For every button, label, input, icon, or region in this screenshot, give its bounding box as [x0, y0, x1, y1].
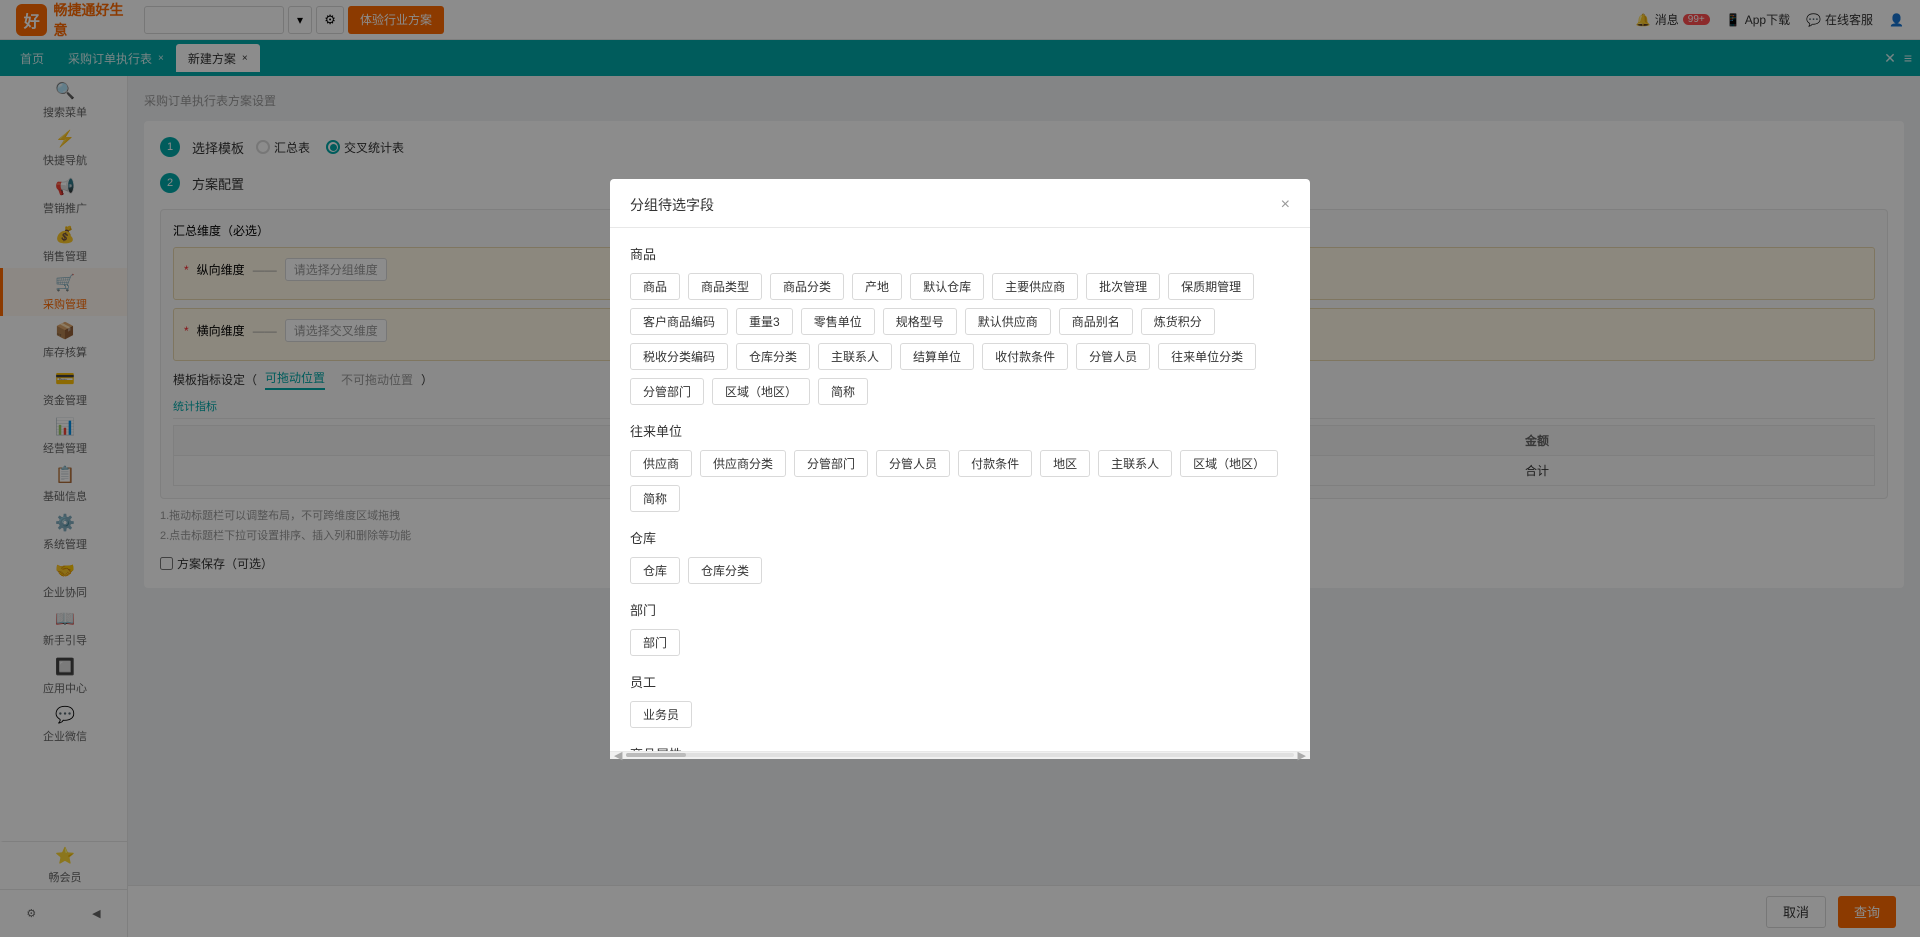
tag-规格型号[interactable]: 规格型号: [883, 308, 957, 335]
tag-收付款条件[interactable]: 收付款条件: [982, 343, 1068, 370]
tag-商品别名[interactable]: 商品别名: [1059, 308, 1133, 335]
modal-close-button[interactable]: ×: [1281, 196, 1290, 214]
hscroll-track: [626, 753, 1293, 757]
tag-供应商[interactable]: 供应商: [630, 450, 692, 477]
section-employee: 员工 业务员: [630, 672, 1290, 728]
section-warehouse-title: 仓库: [630, 528, 1290, 547]
section-employee-title: 员工: [630, 672, 1290, 691]
tag-往来单位分类[interactable]: 往来单位分类: [1158, 343, 1256, 370]
section-partner-tags: 供应商 供应商分类 分管部门 分管人员 付款条件 地区 主联系人 区域（地区） …: [630, 450, 1290, 512]
tag-主联系人[interactable]: 主联系人: [818, 343, 892, 370]
tag-批次管理[interactable]: 批次管理: [1086, 273, 1160, 300]
tag-炼货积分[interactable]: 炼货积分: [1141, 308, 1215, 335]
tag-商品类型[interactable]: 商品类型: [688, 273, 762, 300]
tag-默认仓库[interactable]: 默认仓库: [910, 273, 984, 300]
tag-部门[interactable]: 部门: [630, 629, 680, 656]
modal-body: 商品 商品 商品类型 商品分类 产地 默认仓库 主要供应商 批次管理 保质期管理…: [610, 228, 1310, 751]
modal-dialog: 分组待选字段 × 商品 商品 商品类型 商品分类 产地 默认仓库 主要供应商 批…: [610, 179, 1310, 759]
tag-仓库分类-w[interactable]: 仓库分类: [688, 557, 762, 584]
section-partner: 往来单位 供应商 供应商分类 分管部门 分管人员 付款条件 地区 主联系人 区域…: [630, 421, 1290, 512]
tag-主要供应商[interactable]: 主要供应商: [992, 273, 1078, 300]
tag-简称-p[interactable]: 简称: [818, 378, 868, 405]
modal-header: 分组待选字段 ×: [610, 179, 1310, 228]
section-product: 商品 商品 商品类型 商品分类 产地 默认仓库 主要供应商 批次管理 保质期管理…: [630, 244, 1290, 405]
section-product-tags: 商品 商品类型 商品分类 产地 默认仓库 主要供应商 批次管理 保质期管理 客户…: [630, 273, 1290, 405]
tag-简称-pt[interactable]: 简称: [630, 485, 680, 512]
tag-保质期管理[interactable]: 保质期管理: [1168, 273, 1254, 300]
tag-付款条件[interactable]: 付款条件: [958, 450, 1032, 477]
section-department: 部门 部门: [630, 600, 1290, 656]
tag-地区[interactable]: 地区: [1040, 450, 1090, 477]
section-department-tags: 部门: [630, 629, 1290, 656]
tag-零售单位[interactable]: 零售单位: [801, 308, 875, 335]
tag-区域地区-p[interactable]: 区域（地区）: [712, 378, 810, 405]
section-product-attr-title: 商品属性: [630, 744, 1290, 751]
section-product-attr: 商品属性 属性 颜色 多规格 尺码 鞋码 1: [630, 744, 1290, 751]
modal-overlay[interactable]: 分组待选字段 × 商品 商品 商品类型 商品分类 产地 默认仓库 主要供应商 批…: [0, 0, 1920, 937]
tag-结算单位[interactable]: 结算单位: [900, 343, 974, 370]
tag-商品分类[interactable]: 商品分类: [770, 273, 844, 300]
modal-hscroll[interactable]: ◀ ▶: [610, 751, 1310, 759]
tag-客户商品编码[interactable]: 客户商品编码: [630, 308, 728, 335]
section-partner-title: 往来单位: [630, 421, 1290, 440]
tag-分管人员-pt[interactable]: 分管人员: [876, 450, 950, 477]
tag-产地[interactable]: 产地: [852, 273, 902, 300]
section-warehouse-tags: 仓库 仓库分类: [630, 557, 1290, 584]
hscroll-thumb: [626, 753, 686, 757]
tag-业务员[interactable]: 业务员: [630, 701, 692, 728]
tag-税收分类编码[interactable]: 税收分类编码: [630, 343, 728, 370]
section-employee-tags: 业务员: [630, 701, 1290, 728]
tag-重量3[interactable]: 重量3: [736, 308, 793, 335]
hscroll-left-arrow[interactable]: ◀: [614, 749, 622, 762]
tag-分管部门-p[interactable]: 分管部门: [630, 378, 704, 405]
tag-主联系人-pt[interactable]: 主联系人: [1098, 450, 1172, 477]
section-product-title: 商品: [630, 244, 1290, 263]
tag-商品[interactable]: 商品: [630, 273, 680, 300]
tag-区域地区-pt[interactable]: 区域（地区）: [1180, 450, 1278, 477]
tag-仓库[interactable]: 仓库: [630, 557, 680, 584]
section-department-title: 部门: [630, 600, 1290, 619]
hscroll-right-arrow[interactable]: ▶: [1298, 749, 1306, 762]
tag-默认供应商[interactable]: 默认供应商: [965, 308, 1051, 335]
tag-供应商分类[interactable]: 供应商分类: [700, 450, 786, 477]
section-warehouse: 仓库 仓库 仓库分类: [630, 528, 1290, 584]
modal-title: 分组待选字段: [630, 195, 714, 215]
tag-仓库分类[interactable]: 仓库分类: [736, 343, 810, 370]
tag-分管人员[interactable]: 分管人员: [1076, 343, 1150, 370]
tag-分管部门[interactable]: 分管部门: [794, 450, 868, 477]
